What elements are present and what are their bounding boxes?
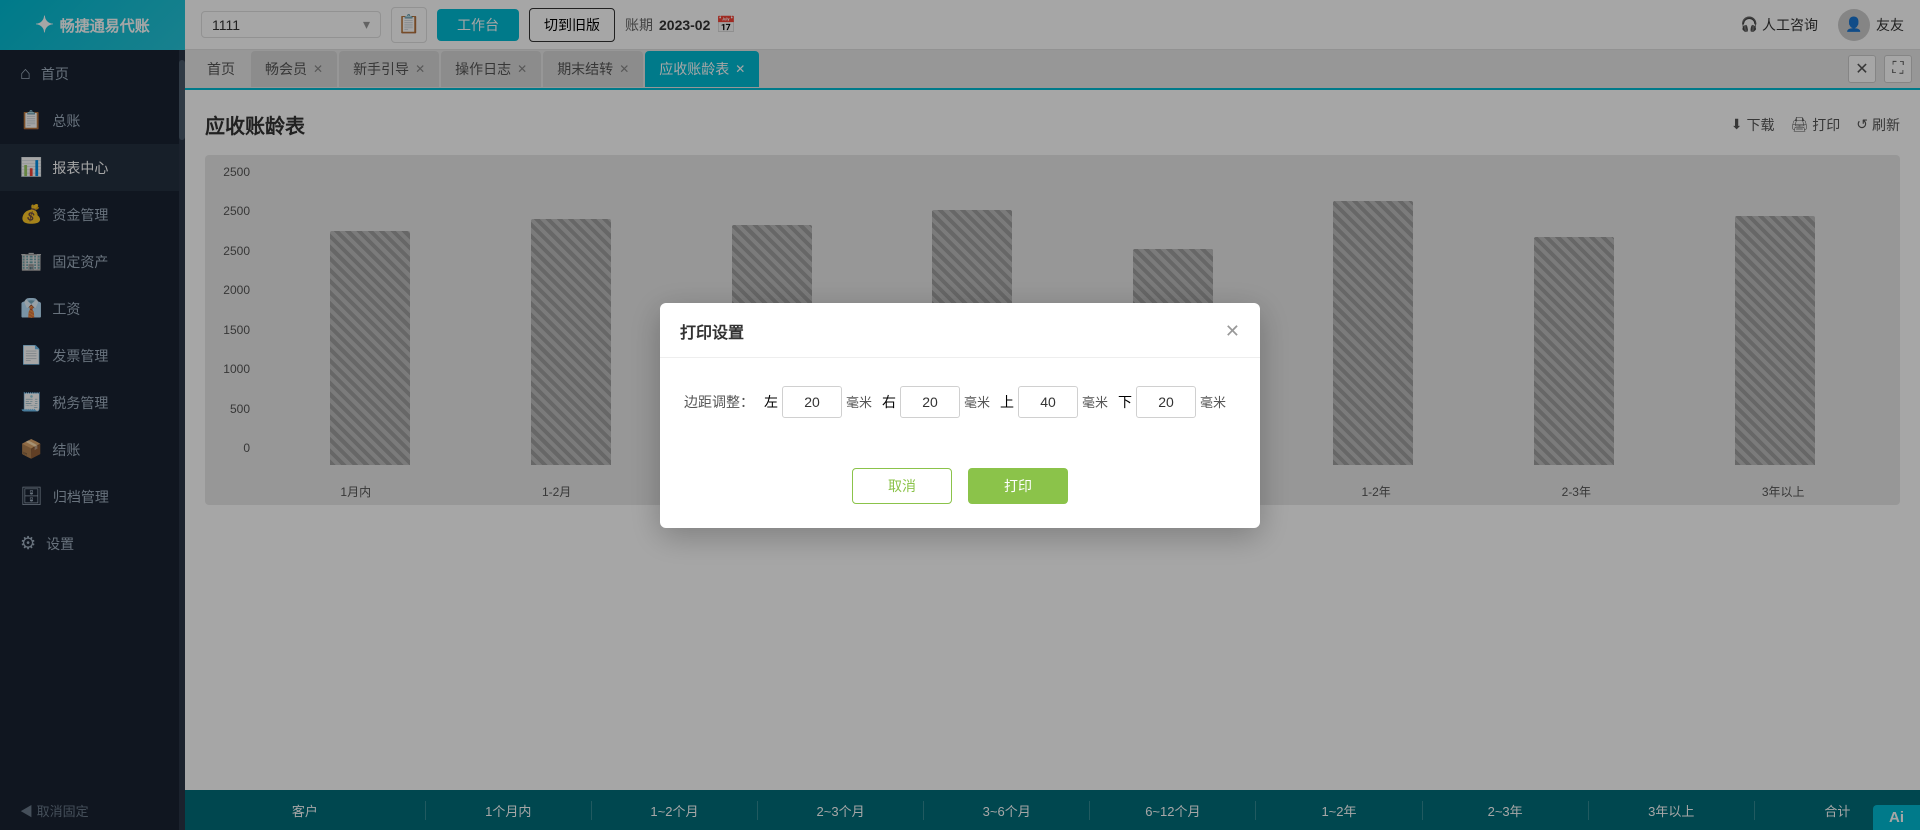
bottom-margin-group: 下 毫米: [1118, 386, 1226, 418]
print-settings-modal: 打印设置 ✕ 边距调整： 左 毫米 右 毫米 上 毫米: [660, 303, 1260, 528]
right-unit: 毫米: [964, 392, 990, 411]
bottom-unit: 毫米: [1200, 392, 1226, 411]
left-unit: 毫米: [846, 392, 872, 411]
modal-close-button[interactable]: ✕: [1225, 322, 1240, 340]
left-margin-input[interactable]: [782, 386, 842, 418]
right-margin-input[interactable]: [900, 386, 960, 418]
modal-header: 打印设置 ✕: [660, 303, 1260, 358]
right-margin-group: 右 毫米: [882, 386, 990, 418]
right-label: 右: [882, 392, 896, 412]
bottom-margin-input[interactable]: [1136, 386, 1196, 418]
modal-print-button[interactable]: 打印: [968, 468, 1068, 504]
modal-overlay[interactable]: 打印设置 ✕ 边距调整： 左 毫米 右 毫米 上 毫米: [0, 0, 1920, 830]
top-margin-input[interactable]: [1018, 386, 1078, 418]
form-label: 边距调整：: [684, 392, 754, 412]
modal-footer: 取消 打印: [660, 458, 1260, 528]
bottom-label: 下: [1118, 392, 1132, 412]
left-margin-group: 左 毫米: [764, 386, 872, 418]
modal-title: 打印设置: [680, 319, 744, 343]
top-margin-group: 上 毫米: [1000, 386, 1108, 418]
left-label: 左: [764, 392, 778, 412]
top-unit: 毫米: [1082, 392, 1108, 411]
top-label: 上: [1000, 392, 1014, 412]
modal-body: 边距调整： 左 毫米 右 毫米 上 毫米 下: [660, 358, 1260, 458]
cancel-button[interactable]: 取消: [852, 468, 952, 504]
margin-form-row: 边距调整： 左 毫米 右 毫米 上 毫米 下: [684, 386, 1236, 418]
